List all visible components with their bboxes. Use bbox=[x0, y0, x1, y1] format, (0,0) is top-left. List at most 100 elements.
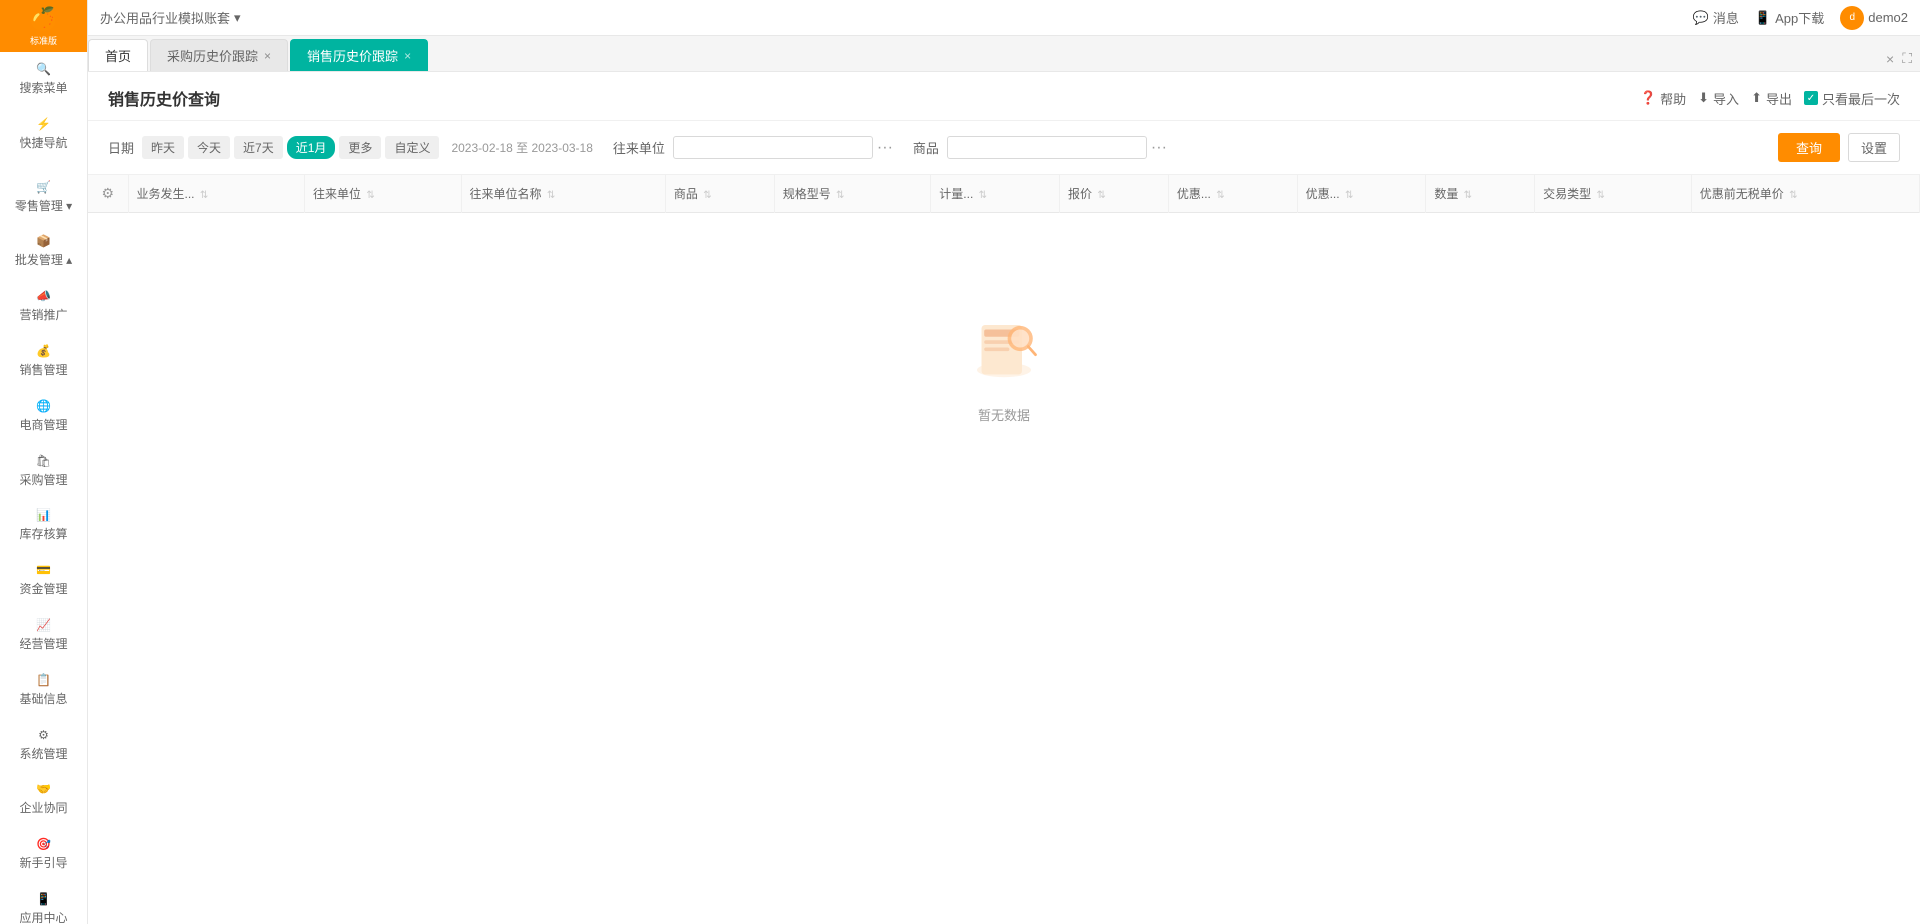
topbar-left: 办公用品行业模拟账套 ▾ bbox=[100, 8, 241, 27]
col-discount1-label: 优惠... ⇅ bbox=[1177, 187, 1225, 201]
col-partner-code-label: 往来单位 ⇅ bbox=[313, 187, 375, 201]
col-unit-label: 计量... ⇅ bbox=[939, 187, 987, 201]
app-logo[interactable]: 🍊 标准版 bbox=[0, 0, 88, 52]
page-title: 销售历史价查询 bbox=[108, 86, 220, 110]
sidebar-item-enterprise[interactable]: 🤝 企业协同 bbox=[0, 772, 88, 827]
sidebar-item-finance[interactable]: 💳 资金管理 bbox=[0, 553, 88, 608]
sidebar-item-sales[interactable]: 💰 销售管理 bbox=[0, 334, 88, 389]
col-trade-type[interactable]: 交易类型 ⇅ bbox=[1535, 175, 1692, 213]
col-discount1[interactable]: 优惠... ⇅ bbox=[1168, 175, 1297, 213]
sidebar-item-label: 应用中心 bbox=[19, 910, 67, 924]
help-button[interactable]: ❓ 帮助 bbox=[1640, 89, 1686, 108]
retail-icon: 🛒 bbox=[36, 180, 51, 194]
import-button[interactable]: ⬇ 导入 bbox=[1698, 89, 1739, 108]
sidebar-item-label: 搜索菜单 bbox=[19, 80, 67, 97]
main-area: 办公用品行业模拟账套 ▾ 💬 消息 📱 App下载 d demo2 首页 采购历… bbox=[88, 0, 1920, 924]
expand-button[interactable]: ⛶ bbox=[1902, 50, 1912, 67]
sidebar-item-guide[interactable]: 🎯 新手引导 bbox=[0, 827, 88, 882]
tabbar: 首页 采购历史价跟踪 × 销售历史价跟踪 × × ⛶ bbox=[88, 36, 1920, 72]
date-btn-today[interactable]: 今天 bbox=[188, 136, 230, 159]
sidebar-item-search[interactable]: 🔍 搜索菜单 bbox=[0, 52, 88, 107]
tab-sales-close[interactable]: × bbox=[404, 49, 411, 63]
sidebar-item-label: 库存核算 bbox=[19, 526, 67, 543]
tab-home[interactable]: 首页 bbox=[88, 39, 148, 71]
sidebar-item-purchase[interactable]: 🛍 采购管理 bbox=[0, 444, 88, 499]
close-all-tabs-button[interactable]: × bbox=[1886, 51, 1894, 67]
only-last-checkbox[interactable]: 只看最后一次 bbox=[1804, 89, 1900, 108]
partner-input[interactable] bbox=[673, 136, 873, 159]
date-range-display: 2023-02-18 至 2023-03-18 bbox=[451, 139, 592, 156]
partner-filter-group: 往来单位 ··· bbox=[613, 136, 893, 159]
col-biz-date[interactable]: 业务发生... ⇅ bbox=[128, 175, 304, 213]
date-filter-group: 日期 昨天 今天 近7天 近1月 更多 自定义 2023-02-18 至 202… bbox=[108, 136, 593, 159]
product-dots-button[interactable]: ··· bbox=[1151, 139, 1167, 157]
help-icon: ❓ bbox=[1640, 90, 1656, 106]
page-header: 销售历史价查询 ❓ 帮助 ⬇ 导入 ⬆ 导出 只看最后一次 bbox=[88, 72, 1920, 121]
sidebar-item-label: 系统管理 bbox=[19, 746, 67, 763]
date-btn-custom[interactable]: 自定义 bbox=[385, 136, 439, 159]
user-menu[interactable]: d demo2 bbox=[1840, 6, 1908, 30]
filter-bar: 日期 昨天 今天 近7天 近1月 更多 自定义 2023-02-18 至 202… bbox=[88, 121, 1920, 175]
empty-svg bbox=[959, 298, 1049, 388]
col-price-label: 报价 ⇅ bbox=[1068, 187, 1106, 201]
sidebar-item-label: 营销推广 bbox=[19, 307, 67, 324]
col-settings[interactable]: ⚙ bbox=[88, 175, 128, 213]
col-pretax-price[interactable]: 优惠前无税单价 ⇅ bbox=[1691, 175, 1919, 213]
col-spec[interactable]: 规格型号 ⇅ bbox=[774, 175, 931, 213]
data-table: ⚙ 业务发生... ⇅ 往来单位 ⇅ 往来单位名称 ⇅ 商品 ⇅ bbox=[88, 175, 1920, 213]
tab-purchase[interactable]: 采购历史价跟踪 × bbox=[150, 39, 288, 71]
export-button[interactable]: ⬆ 导出 bbox=[1751, 89, 1792, 108]
account-dropdown[interactable]: 办公用品行业模拟账套 ▾ bbox=[100, 8, 241, 27]
sidebar-item-quick[interactable]: ⚡ 快捷导航 bbox=[0, 107, 88, 162]
sidebar-item-label: 经营管理 bbox=[19, 636, 67, 653]
sidebar: 🍊 标准版 🔍 搜索菜单 ⚡ 快捷导航 🛒 零售管理 ▾ 📦 批发管理 ▴ 📣 … bbox=[0, 0, 88, 924]
col-discount2[interactable]: 优惠... ⇅ bbox=[1297, 175, 1426, 213]
ecom-icon: 🌐 bbox=[36, 399, 51, 413]
finance-icon: 💳 bbox=[36, 563, 51, 577]
guide-icon: 🎯 bbox=[36, 837, 51, 851]
col-trade-type-label: 交易类型 ⇅ bbox=[1543, 187, 1605, 201]
help-label: 帮助 bbox=[1660, 89, 1686, 108]
col-product[interactable]: 商品 ⇅ bbox=[665, 175, 774, 213]
page-content: 销售历史价查询 ❓ 帮助 ⬇ 导入 ⬆ 导出 只看最后一次 bbox=[88, 72, 1920, 924]
tab-purchase-close[interactable]: × bbox=[264, 49, 271, 63]
date-btn-yesterday[interactable]: 昨天 bbox=[142, 136, 184, 159]
sidebar-item-apps[interactable]: 📱 应用中心 bbox=[0, 882, 88, 924]
col-pretax-price-label: 优惠前无税单价 ⇅ bbox=[1700, 187, 1798, 201]
sidebar-item-wholesale[interactable]: 📦 批发管理 ▴ bbox=[0, 224, 88, 279]
product-input-wrap: ··· bbox=[947, 136, 1167, 159]
sidebar-item-basic[interactable]: 📋 基础信息 bbox=[0, 663, 88, 718]
col-product-label: 商品 ⇅ bbox=[674, 187, 712, 201]
date-btn-7days[interactable]: 近7天 bbox=[234, 136, 283, 159]
date-btn-more[interactable]: 更多 bbox=[339, 136, 381, 159]
username-label: demo2 bbox=[1868, 10, 1908, 25]
sidebar-item-ecom[interactable]: 🌐 电商管理 bbox=[0, 389, 88, 444]
purchase-icon: 🛍 bbox=[36, 454, 51, 468]
date-btn-1month[interactable]: 近1月 bbox=[287, 136, 336, 159]
sidebar-item-label: 批发管理 ▴ bbox=[15, 252, 72, 269]
operations-icon: 📈 bbox=[36, 618, 51, 632]
system-icon: ⚙ bbox=[38, 728, 49, 742]
col-price[interactable]: 报价 ⇅ bbox=[1060, 175, 1169, 213]
partner-dots-button[interactable]: ··· bbox=[877, 139, 893, 157]
table-settings-icon[interactable]: ⚙ bbox=[101, 185, 114, 201]
col-unit[interactable]: 计量... ⇅ bbox=[931, 175, 1060, 213]
product-input[interactable] bbox=[947, 136, 1147, 159]
sidebar-item-inventory[interactable]: 📊 库存核算 bbox=[0, 498, 88, 553]
message-button[interactable]: 💬 消息 bbox=[1693, 8, 1739, 27]
col-partner-code[interactable]: 往来单位 ⇅ bbox=[304, 175, 461, 213]
app-download-button[interactable]: 📱 App下载 bbox=[1755, 8, 1824, 27]
sidebar-item-marketing[interactable]: 📣 营销推广 bbox=[0, 279, 88, 334]
tab-sales[interactable]: 销售历史价跟踪 × bbox=[290, 39, 428, 71]
col-partner-name[interactable]: 往来单位名称 ⇅ bbox=[461, 175, 665, 213]
sidebar-item-operations[interactable]: 📈 经营管理 bbox=[0, 608, 88, 663]
marketing-icon: 📣 bbox=[36, 289, 51, 303]
settings-button[interactable]: 设置 bbox=[1848, 133, 1900, 162]
export-icon: ⬆ bbox=[1751, 90, 1762, 106]
query-button[interactable]: 查询 bbox=[1778, 133, 1840, 162]
sidebar-item-system[interactable]: ⚙ 系统管理 bbox=[0, 718, 88, 773]
sidebar-item-retail[interactable]: 🛒 零售管理 ▾ bbox=[0, 170, 88, 225]
enterprise-icon: 🤝 bbox=[36, 782, 51, 796]
col-quantity[interactable]: 数量 ⇅ bbox=[1426, 175, 1535, 213]
table-wrap: ⚙ 业务发生... ⇅ 往来单位 ⇅ 往来单位名称 ⇅ 商品 ⇅ bbox=[88, 175, 1920, 924]
